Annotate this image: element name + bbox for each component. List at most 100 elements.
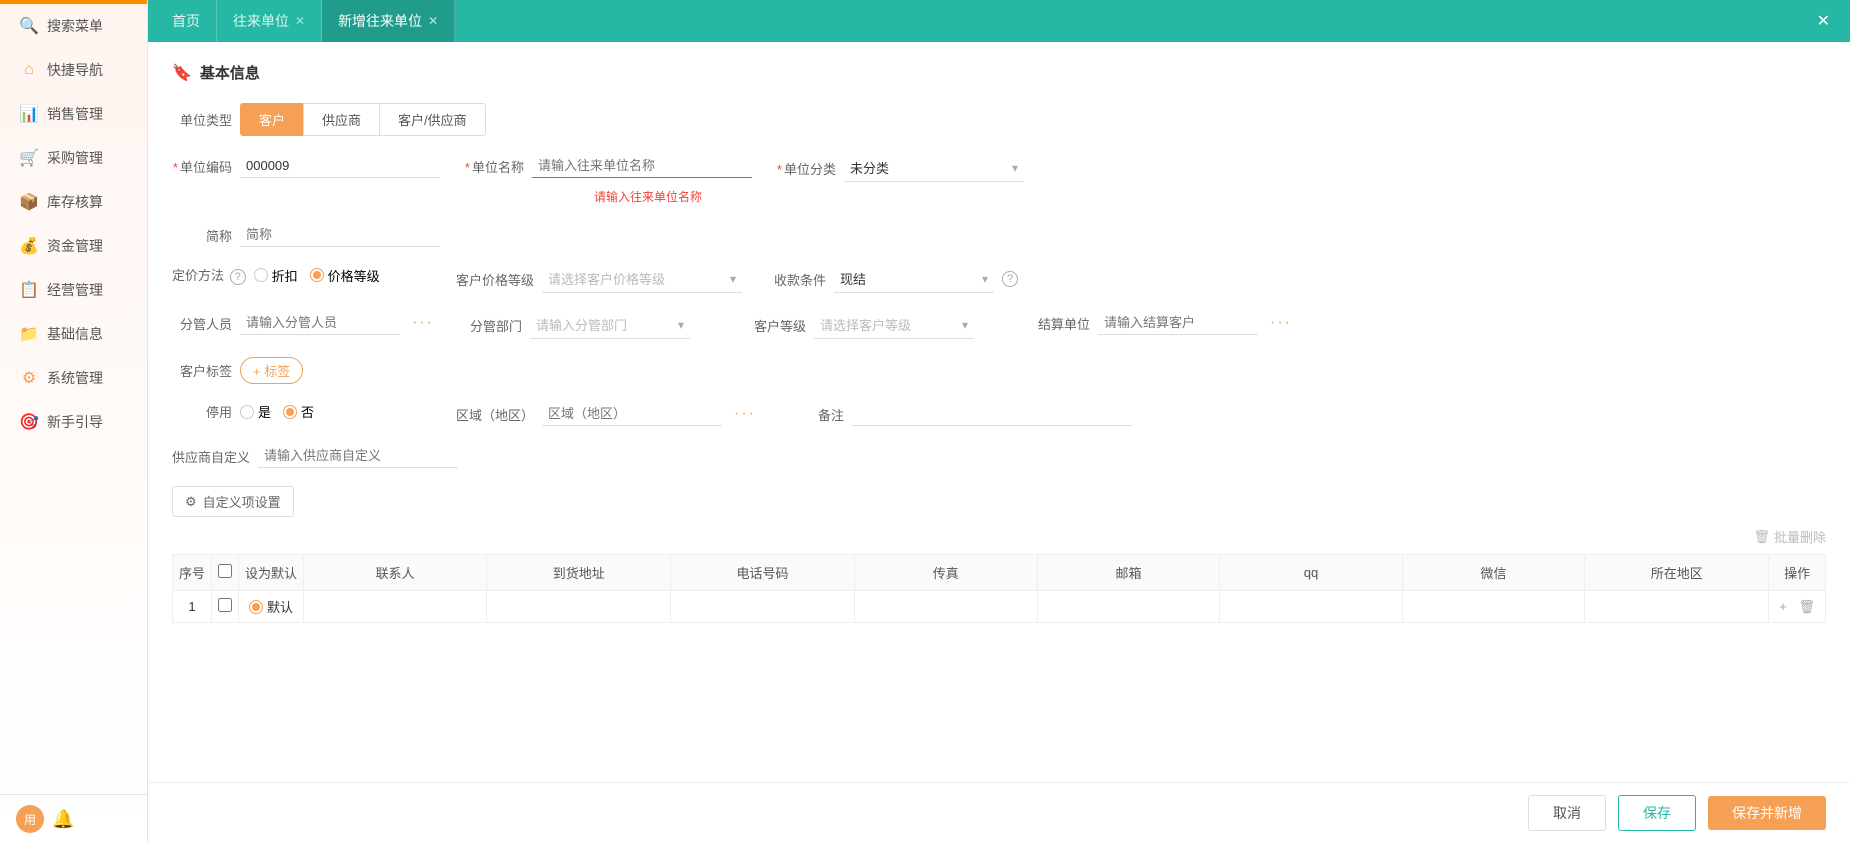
- th-email: 邮箱: [1037, 555, 1220, 591]
- tab-contacts[interactable]: 往来单位 ✕: [217, 0, 322, 42]
- sales-icon: 📊: [19, 104, 39, 124]
- th-checkbox: [212, 555, 239, 591]
- unit-category-chevron: ▾: [1012, 161, 1018, 175]
- customer-level-select[interactable]: 请选择客户等级 ▾: [814, 311, 974, 339]
- cancel-button[interactable]: 取消: [1528, 795, 1606, 831]
- disabled-yes-label: 是: [258, 402, 271, 421]
- disabled-radio-group: 是 否: [240, 402, 314, 421]
- disabled-no[interactable]: 否: [283, 402, 314, 421]
- customer-price-select[interactable]: 请选择客户价格等级 ▾: [542, 265, 742, 293]
- td-qq: [1220, 591, 1402, 623]
- custom-settings-button[interactable]: ⚙ 自定义项设置: [172, 486, 294, 517]
- save-button[interactable]: 保存: [1618, 795, 1696, 831]
- supplier-custom-row: 供应商自定义: [172, 444, 1826, 468]
- pricing-radio-group: 折扣 价格等级: [254, 266, 380, 285]
- settlement-more-btn[interactable]: ···: [1266, 314, 1296, 332]
- tab-new-contact-close[interactable]: ✕: [428, 14, 438, 28]
- row-delete-btn[interactable]: 🗑: [1798, 599, 1815, 614]
- payment-select[interactable]: 现结 ▾: [834, 265, 994, 293]
- payment-help-icon[interactable]: ?: [1002, 271, 1018, 287]
- tab-home[interactable]: 首页: [156, 0, 217, 42]
- sidebar-item-inventory[interactable]: 📦 库存核算: [0, 180, 147, 224]
- disabled-no-radio: [283, 405, 297, 419]
- th-seq: 序号: [173, 555, 212, 591]
- sidebar-item-operations[interactable]: 📋 经营管理: [0, 268, 147, 312]
- row-default-radio[interactable]: 默认: [245, 597, 297, 616]
- settlement-input[interactable]: [1098, 311, 1258, 335]
- tab-new-contact[interactable]: 新增往来单位 ✕: [322, 0, 455, 42]
- abbr-input[interactable]: [240, 223, 440, 247]
- td-fax: [854, 591, 1037, 623]
- td-seq: 1: [173, 591, 212, 623]
- sidebar-item-sales[interactable]: 📊 销售管理: [0, 92, 147, 136]
- inventory-icon: 📦: [19, 192, 39, 212]
- sidebar-label-search: 搜索菜单: [47, 16, 103, 36]
- customer-level-chevron: ▾: [962, 318, 968, 332]
- email-input[interactable]: [1044, 599, 1214, 614]
- dept-chevron: ▾: [678, 318, 684, 332]
- batch-delete-icon: 🗑: [1753, 529, 1770, 545]
- sidebar-item-system[interactable]: ⚙ 系统管理: [0, 356, 147, 400]
- th-select-all[interactable]: [218, 564, 232, 578]
- th-qq: qq: [1220, 555, 1402, 591]
- wechat-input[interactable]: [1409, 599, 1579, 614]
- dept-group: 分管部门 请输入分管部门 ▾: [462, 311, 722, 339]
- unit-type-supplier[interactable]: 供应商: [303, 103, 379, 136]
- unit-type-label: 单位类型: [172, 110, 232, 129]
- supervisor-input[interactable]: [240, 311, 400, 335]
- pricing-discount[interactable]: 折扣: [254, 266, 298, 285]
- unit-code-input[interactable]: [240, 154, 440, 178]
- phone-input[interactable]: [677, 599, 848, 614]
- address-input[interactable]: [493, 599, 664, 614]
- section-icon: 🔖: [172, 63, 192, 83]
- tab-contacts-close[interactable]: ✕: [295, 14, 305, 28]
- region-label: 区域（地区）: [456, 405, 534, 424]
- fax-input[interactable]: [861, 599, 1031, 614]
- sidebar-item-basic-info[interactable]: 📁 基础信息: [0, 312, 147, 356]
- pricing-help-icon[interactable]: ?: [230, 269, 246, 285]
- main-close-button[interactable]: ✕: [1805, 11, 1842, 31]
- region-table-input[interactable]: [1591, 599, 1762, 614]
- row-add-btn[interactable]: +: [1779, 599, 1787, 614]
- payment-group: 收款条件 现结 ▾ ?: [766, 265, 1026, 293]
- supplier-custom-label: 供应商自定义: [172, 447, 250, 466]
- sidebar-item-guide[interactable]: 🎯 新手引导: [0, 400, 147, 444]
- customer-price-chevron: ▾: [730, 272, 736, 286]
- unit-category-select[interactable]: 未分类 ▾: [844, 154, 1024, 182]
- th-phone: 电话号码: [671, 555, 855, 591]
- remark-input[interactable]: [852, 402, 1132, 426]
- region-more-btn[interactable]: ···: [730, 405, 760, 423]
- qq-input[interactable]: [1226, 599, 1395, 614]
- row-checkbox[interactable]: [218, 598, 232, 612]
- dept-select[interactable]: 请输入分管部门 ▾: [530, 311, 690, 339]
- supplier-custom-group: 供应商自定义: [172, 444, 458, 468]
- sidebar-label-sales: 销售管理: [47, 104, 103, 124]
- finance-icon: 💰: [19, 236, 39, 256]
- unit-name-input[interactable]: [532, 154, 752, 178]
- abbr-label: 简称: [172, 226, 232, 245]
- notification-icon: 🔔: [52, 809, 74, 830]
- td-address: [487, 591, 671, 623]
- row-default-label: 默认: [267, 597, 293, 616]
- pricing-level-label: 价格等级: [328, 266, 380, 285]
- sidebar-item-search[interactable]: 🔍 搜索菜单: [0, 4, 147, 48]
- pricing-level[interactable]: 价格等级: [310, 266, 380, 285]
- pricing-label: 定价方法 ?: [172, 265, 246, 285]
- disabled-yes[interactable]: 是: [240, 402, 271, 421]
- supplier-custom-input[interactable]: [258, 444, 458, 468]
- unit-type-customer[interactable]: 客户: [240, 103, 303, 136]
- unit-type-both[interactable]: 客户/供应商: [379, 103, 486, 136]
- td-region: [1585, 591, 1769, 623]
- sidebar-item-purchase[interactable]: 🛒 采购管理: [0, 136, 147, 180]
- contact-input[interactable]: [310, 599, 480, 614]
- unit-name-input-area: [532, 154, 752, 178]
- section-title: 🔖 基本信息: [172, 62, 1826, 83]
- batch-delete-label[interactable]: 批量删除: [1774, 527, 1826, 546]
- pricing-group: 定价方法 ? 折扣 价格等级: [172, 265, 432, 285]
- supervisor-more-btn[interactable]: ···: [408, 314, 438, 332]
- region-input[interactable]: [542, 402, 722, 426]
- sidebar-item-finance[interactable]: 💰 资金管理: [0, 224, 147, 268]
- sidebar-item-quick-nav[interactable]: ⌂ 快捷导航: [0, 48, 147, 92]
- save-and-new-button[interactable]: 保存并新增: [1708, 796, 1826, 830]
- add-tag-button[interactable]: + 标签: [240, 357, 303, 384]
